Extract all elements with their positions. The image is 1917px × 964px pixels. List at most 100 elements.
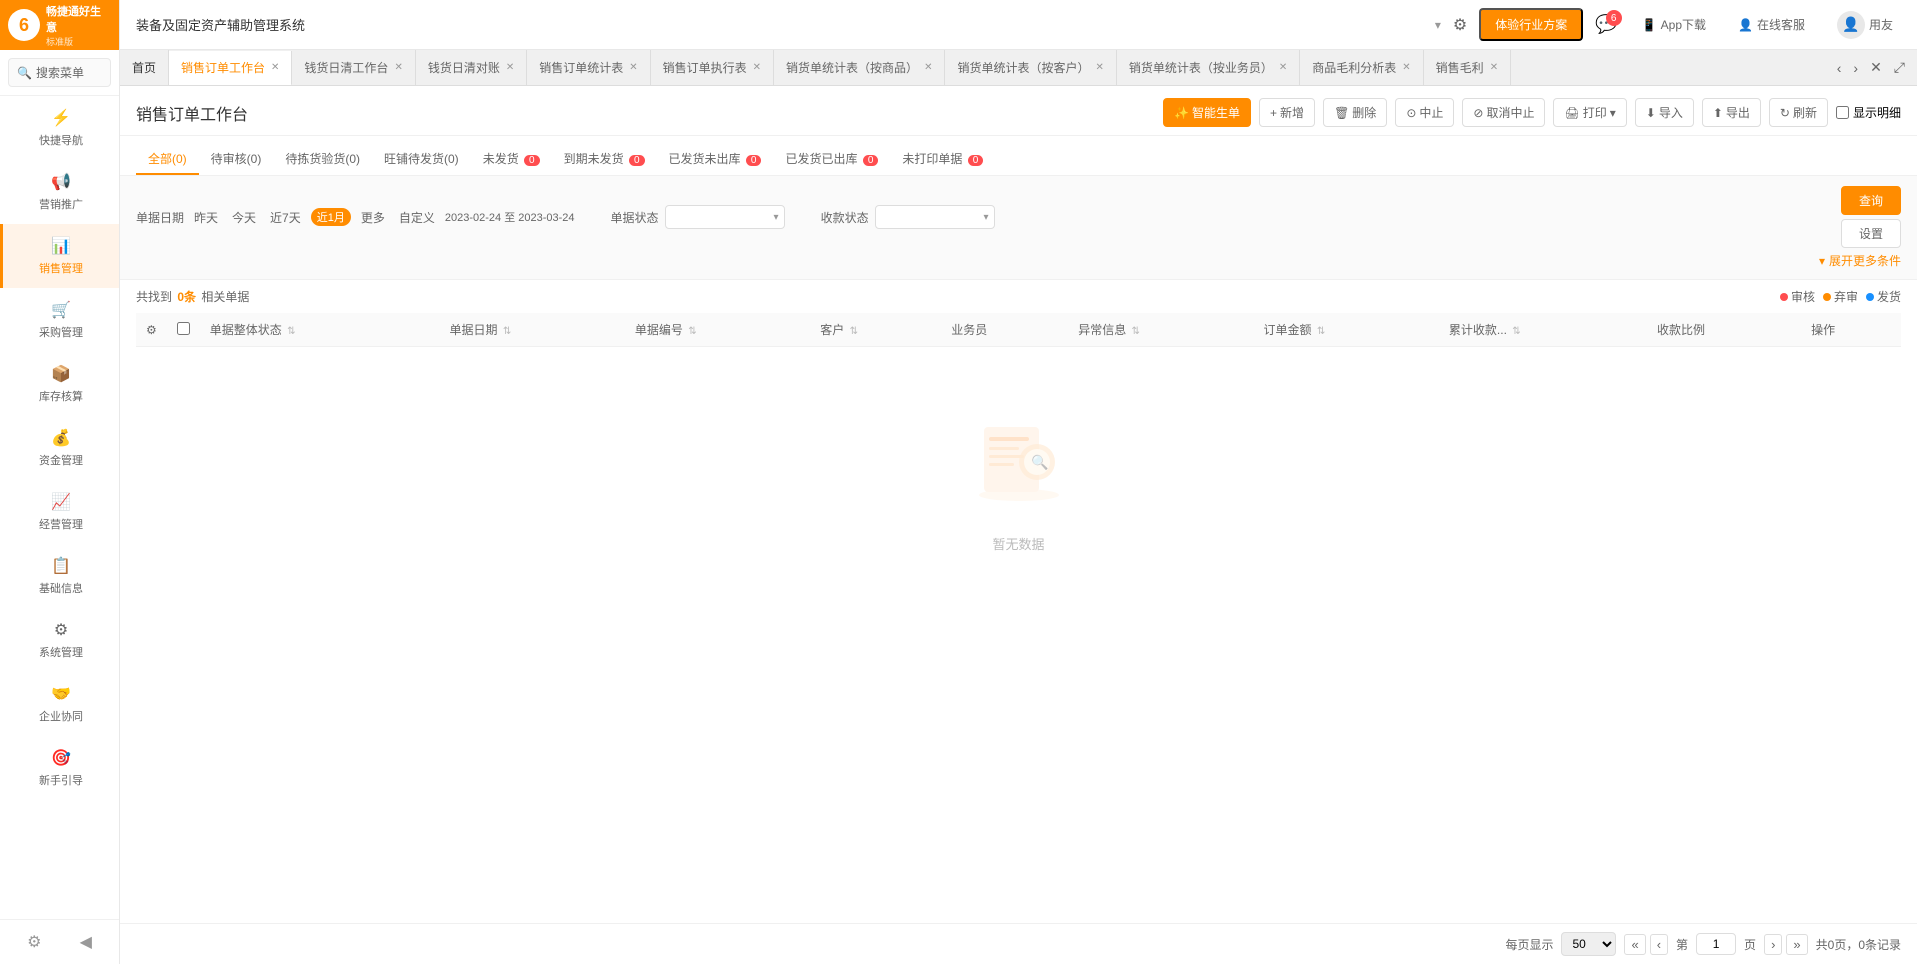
first-page-button[interactable]: « — [1624, 934, 1645, 955]
select-all-checkbox[interactable] — [177, 322, 190, 335]
sort-date-icon[interactable]: ⇅ — [503, 326, 511, 337]
next-page-button[interactable]: › — [1764, 934, 1782, 955]
query-button[interactable]: 查询 — [1841, 186, 1901, 215]
sort-number-icon[interactable]: ⇅ — [688, 326, 696, 337]
smart-generate-button[interactable]: ✨ 智能生单 — [1163, 98, 1251, 127]
tab-product-margin[interactable]: 商品毛利分析表 ✕ — [1300, 50, 1423, 85]
tab-sales-exec[interactable]: 销售订单执行表 ✕ — [651, 50, 774, 85]
filter-status-select[interactable] — [665, 205, 785, 229]
page-number-input[interactable] — [1696, 933, 1736, 955]
tab-close-sales-stat[interactable]: ✕ — [629, 62, 637, 73]
tabs-next-button[interactable]: › — [1849, 58, 1862, 78]
tab-close-sales-stat-customer[interactable]: ✕ — [1095, 62, 1103, 73]
date-opt-1month[interactable]: 近1月 — [311, 208, 351, 226]
page-nav: « ‹ 第 页 › » — [1624, 933, 1807, 955]
user-menu-button[interactable]: 👤 用友 — [1829, 7, 1901, 43]
page-size-select[interactable]: 20 50 100 — [1561, 932, 1616, 956]
date-opt-more[interactable]: 更多 — [357, 207, 389, 228]
sidebar-item-enterprise[interactable]: 🤝 企业协同 — [0, 672, 119, 736]
expand-filter-button[interactable]: ▾ 展开更多条件 — [1819, 252, 1901, 269]
tabs-prev-button[interactable]: ‹ — [1833, 58, 1846, 78]
sidebar-item-system[interactable]: ⚙ 系统管理 — [0, 608, 119, 672]
sort-status-icon[interactable]: ⇅ — [287, 326, 295, 337]
sort-collected-icon[interactable]: ⇅ — [1512, 326, 1520, 337]
horizontal-scrollbar[interactable] — [136, 915, 1901, 923]
page-suffix: 页 — [1744, 936, 1756, 953]
sidebar-settings-button[interactable]: ⚙ — [23, 928, 45, 956]
app-download-button[interactable]: 📱 App下载 — [1634, 12, 1714, 37]
column-settings-icon[interactable]: ⚙ — [146, 323, 157, 337]
sub-tab-wangpu-pending[interactable]: 旺铺待发货(0) — [372, 144, 471, 175]
refresh-button[interactable]: ↻ 刷新 — [1769, 98, 1828, 127]
tab-home[interactable]: 首页 — [120, 50, 169, 85]
sub-tab-all[interactable]: 全部(0) — [136, 144, 199, 175]
tab-close-product-margin[interactable]: ✕ — [1402, 62, 1410, 73]
sub-tab-shipped-out[interactable]: 已发货已出库 0 — [773, 144, 890, 175]
tab-sales-stat-product[interactable]: 销货单统计表（按商品） ✕ — [774, 50, 945, 85]
online-service-button[interactable]: 👤 在线客服 — [1730, 12, 1813, 37]
sub-tab-not-printed[interactable]: 未打印单据 0 — [890, 144, 995, 175]
date-opt-today[interactable]: 今天 — [228, 207, 260, 228]
prev-page-button[interactable]: ‹ — [1650, 934, 1668, 955]
sort-abnormal-icon[interactable]: ⇅ — [1132, 326, 1140, 337]
sub-tab-overdue-unshipped[interactable]: 到期未发货 0 — [552, 144, 657, 175]
import-button[interactable]: ⬇ 导入 — [1635, 98, 1694, 127]
show-detail-checkbox[interactable] — [1836, 106, 1849, 119]
tab-sales-stat-customer[interactable]: 销货单统计表（按客户） ✕ — [945, 50, 1116, 85]
tab-close-sales-stat-staff[interactable]: ✕ — [1279, 62, 1287, 73]
print-button[interactable]: 🖨 打印 ▾ — [1553, 98, 1626, 127]
add-button[interactable]: + 新增 — [1259, 98, 1315, 127]
sidebar-item-marketing[interactable]: 📢 营销推广 — [0, 160, 119, 224]
sub-tab-pending-review[interactable]: 待审核(0) — [199, 144, 274, 175]
sidebar-collapse-button[interactable]: ◀ — [76, 928, 96, 956]
sidebar-item-inventory[interactable]: 📦 库存核算 — [0, 352, 119, 416]
cancel-pause-button[interactable]: ⊘ 取消中止 — [1462, 98, 1545, 127]
filter-settings-button[interactable]: 设置 — [1841, 219, 1901, 248]
search-menu-button[interactable]: 🔍 搜索菜单 — [8, 58, 111, 87]
sub-tab-shipped-not-out[interactable]: 已发货未出库 0 — [657, 144, 774, 175]
date-opt-yesterday[interactable]: 昨天 — [190, 207, 222, 228]
tab-close-sales-exec[interactable]: ✕ — [753, 62, 761, 73]
tab-cash-daily[interactable]: 钱货日清工作台 ✕ — [292, 50, 415, 85]
tab-close-sales-workbench[interactable]: ✕ — [271, 62, 279, 73]
sidebar-item-label: 资金管理 — [39, 452, 83, 468]
date-opt-7days[interactable]: 近7天 — [266, 207, 305, 228]
tabs-restore-button[interactable]: ⤢ — [1890, 57, 1909, 78]
delete-button[interactable]: 🗑 删除 — [1323, 98, 1387, 127]
experience-button[interactable]: 体验行业方案 — [1479, 8, 1583, 41]
sidebar-item-purchase[interactable]: 🛒 采购管理 — [0, 288, 119, 352]
tab-close-cash-reconcile[interactable]: ✕ — [506, 62, 514, 73]
review-action-btn[interactable]: 审核 — [1780, 288, 1815, 305]
date-opt-custom[interactable]: 自定义 — [395, 207, 439, 228]
pause-button[interactable]: ⊙ 中止 — [1395, 98, 1454, 127]
sub-tab-not-shipped[interactable]: 未发货 0 — [471, 144, 552, 175]
sidebar-item-sales[interactable]: 📊 销售管理 — [0, 224, 119, 288]
header-settings-icon[interactable]: ⚙ — [1453, 15, 1467, 35]
sub-tab-pending-inspect[interactable]: 待拣货验货(0) — [273, 144, 372, 175]
last-page-button[interactable]: » — [1786, 934, 1807, 955]
tabs-close-all-button[interactable]: ✕ — [1866, 57, 1886, 78]
th-customer: 客户 ⇅ — [810, 313, 941, 347]
cancel-review-action-btn[interactable]: 弃审 — [1823, 288, 1858, 305]
expand-dropdown-icon[interactable]: ▾ — [1435, 18, 1441, 32]
tab-close-sales-profit[interactable]: ✕ — [1490, 62, 1498, 73]
sidebar-item-operations[interactable]: 📈 经营管理 — [0, 480, 119, 544]
sidebar-item-quick-nav[interactable]: ⚡ 快捷导航 — [0, 96, 119, 160]
print-dropdown-icon: ▾ — [1610, 106, 1616, 120]
tab-cash-reconcile[interactable]: 钱货日清对账 ✕ — [416, 50, 527, 85]
tab-close-sales-stat-product[interactable]: ✕ — [924, 62, 932, 73]
ship-action-btn[interactable]: 发货 — [1866, 288, 1901, 305]
sidebar-item-basic-info[interactable]: 📋 基础信息 — [0, 544, 119, 608]
sort-amount-icon[interactable]: ⇅ — [1317, 326, 1325, 337]
tab-close-cash-daily[interactable]: ✕ — [394, 62, 402, 73]
sidebar-item-guide[interactable]: 🎯 新手引导 — [0, 736, 119, 800]
sidebar-item-finance[interactable]: 💰 资金管理 — [0, 416, 119, 480]
sort-customer-icon[interactable]: ⇅ — [850, 326, 858, 337]
tab-sales-stat-staff[interactable]: 销货单统计表（按业务员） ✕ — [1117, 50, 1300, 85]
tab-sales-stat[interactable]: 销售订单统计表 ✕ — [527, 50, 650, 85]
show-detail-label[interactable]: 显示明细 — [1836, 104, 1901, 121]
tab-sales-profit[interactable]: 销售毛利 ✕ — [1424, 50, 1511, 85]
tab-sales-workbench[interactable]: 销售订单工作台 ✕ — [169, 51, 292, 86]
export-button[interactable]: ⬆ 导出 — [1702, 98, 1761, 127]
filter-payment-select[interactable] — [875, 205, 995, 229]
